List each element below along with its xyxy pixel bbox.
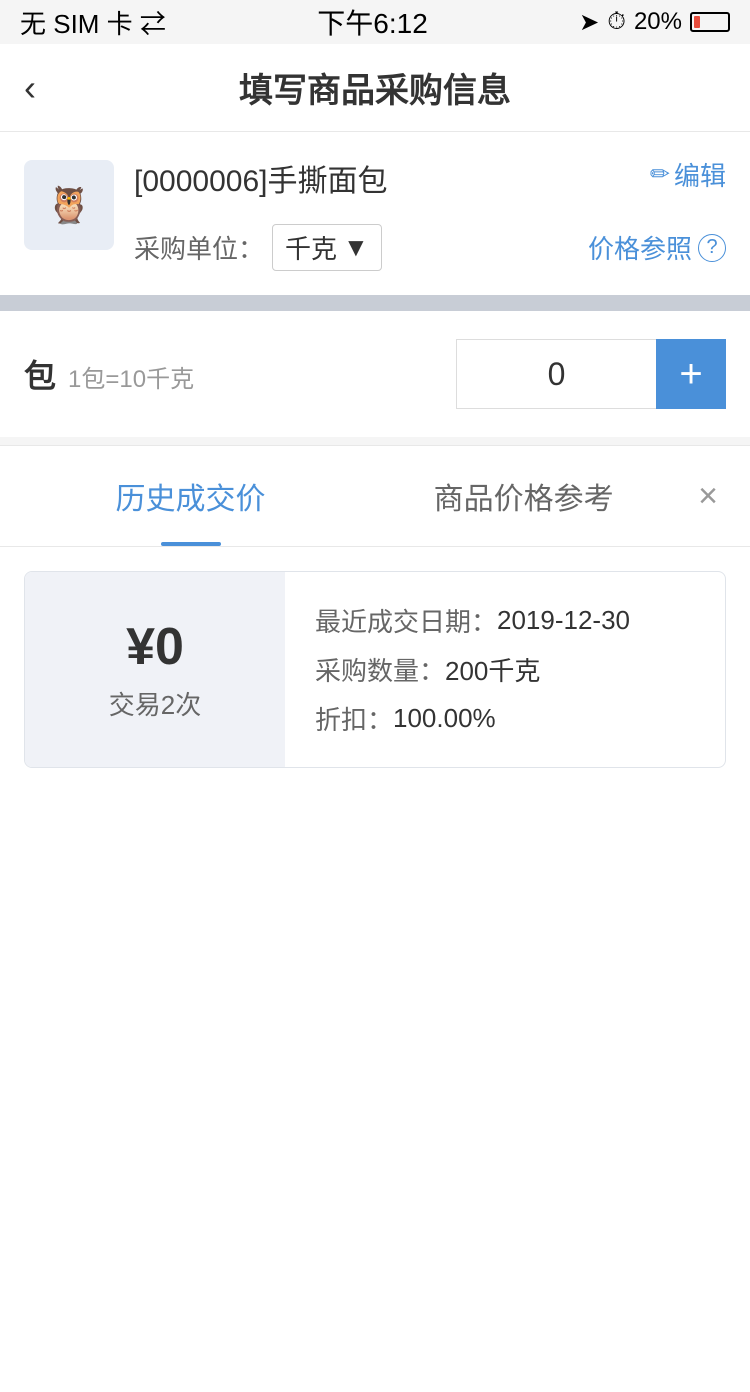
quantity-input[interactable]: 0	[456, 339, 656, 409]
chevron-down-icon: ▼	[343, 232, 369, 263]
currency-symbol: ¥	[126, 618, 155, 676]
quantity-input-area: 0 +	[456, 339, 726, 409]
tabs-header: 历史成交价 商品价格参考 ×	[0, 446, 750, 547]
transaction-price: ¥0	[126, 617, 184, 677]
logo-icon: 🦉	[47, 184, 92, 226]
edit-label: 编辑	[674, 156, 726, 193]
quantity-conversion: 1包=10千克	[68, 359, 194, 394]
tabs-section: 历史成交价 商品价格参考 × ¥0 交易2次 最近成交日期： 2019-12-3…	[0, 445, 750, 1392]
discount-label: 折扣：	[315, 700, 393, 737]
quantity-detail-label: 采购数量：	[315, 651, 445, 688]
transaction-card: ¥0 交易2次 最近成交日期： 2019-12-30 采购数量： 200千克 折…	[24, 571, 726, 768]
status-bar: 无 SIM 卡 ⇄ 下午6:12 ➤ ⏱ 20%	[0, 0, 750, 44]
section-divider	[0, 295, 750, 311]
unit-value: 千克	[285, 229, 337, 266]
status-right: ➤ ⏱ 20%	[579, 8, 730, 37]
quantity-plus-button[interactable]: +	[656, 339, 726, 409]
recent-date-row: 最近成交日期： 2019-12-30	[315, 602, 695, 639]
transaction-count: 交易2次	[109, 685, 201, 722]
quantity-detail-value: 200千克	[445, 651, 540, 688]
quantity-unit: 包	[24, 351, 56, 397]
quantity-row: 包 1包=10千克 0 +	[0, 311, 750, 437]
main-content-area	[0, 792, 750, 1392]
recent-date-value: 2019-12-30	[497, 605, 630, 636]
unit-select[interactable]: 千克 ▼	[272, 224, 382, 271]
unit-label-text: 采购单位：	[134, 229, 264, 266]
battery-percent: 20%	[634, 8, 682, 36]
edit-icon: ✏	[650, 160, 670, 189]
page-title: 填写商品采购信息	[239, 63, 511, 112]
alarm-icon: ⏱	[607, 8, 626, 36]
tab-history-price[interactable]: 历史成交价	[24, 446, 357, 546]
tab-close-button[interactable]: ×	[690, 477, 726, 516]
nav-bar: ‹ 填写商品采购信息	[0, 44, 750, 132]
product-logo: 🦉	[24, 160, 114, 250]
discount-value: 100.00%	[393, 703, 496, 734]
quantity-row-detail: 采购数量： 200千克	[315, 651, 695, 688]
product-bottom-row: 采购单位： 千克 ▼ 价格参照 ?	[134, 224, 726, 271]
quantity-label: 包 1包=10千克	[24, 351, 194, 397]
price-value: 0	[155, 618, 184, 676]
status-signal: 无 SIM 卡 ⇄	[20, 4, 166, 41]
tab-price-reference[interactable]: 商品价格参考	[357, 446, 690, 546]
product-info: [0000006]手撕面包 ✏ 编辑 采购单位： 千克 ▼ 价格参照 ?	[134, 156, 726, 271]
price-ref-button[interactable]: 价格参照 ?	[588, 229, 726, 266]
product-top-row: [0000006]手撕面包 ✏ 编辑	[134, 156, 726, 200]
product-card: 🦉 [0000006]手撕面包 ✏ 编辑 采购单位： 千克 ▼ 价格参照 ?	[0, 132, 750, 295]
battery-icon	[690, 12, 730, 32]
status-time: 下午6:12	[317, 2, 428, 42]
location-icon: ➤	[579, 8, 599, 37]
recent-date-label: 最近成交日期：	[315, 602, 497, 639]
edit-button[interactable]: ✏ 编辑	[650, 156, 726, 193]
product-name: [0000006]手撕面包	[134, 156, 387, 200]
transaction-details: 最近成交日期： 2019-12-30 采购数量： 200千克 折扣： 100.0…	[285, 572, 725, 767]
discount-row: 折扣： 100.00%	[315, 700, 695, 737]
unit-label: 采购单位： 千克 ▼	[134, 224, 382, 271]
help-icon: ?	[698, 234, 726, 262]
price-ref-label: 价格参照	[588, 229, 692, 266]
transaction-price-area: ¥0 交易2次	[25, 572, 285, 767]
back-button[interactable]: ‹	[24, 67, 36, 109]
